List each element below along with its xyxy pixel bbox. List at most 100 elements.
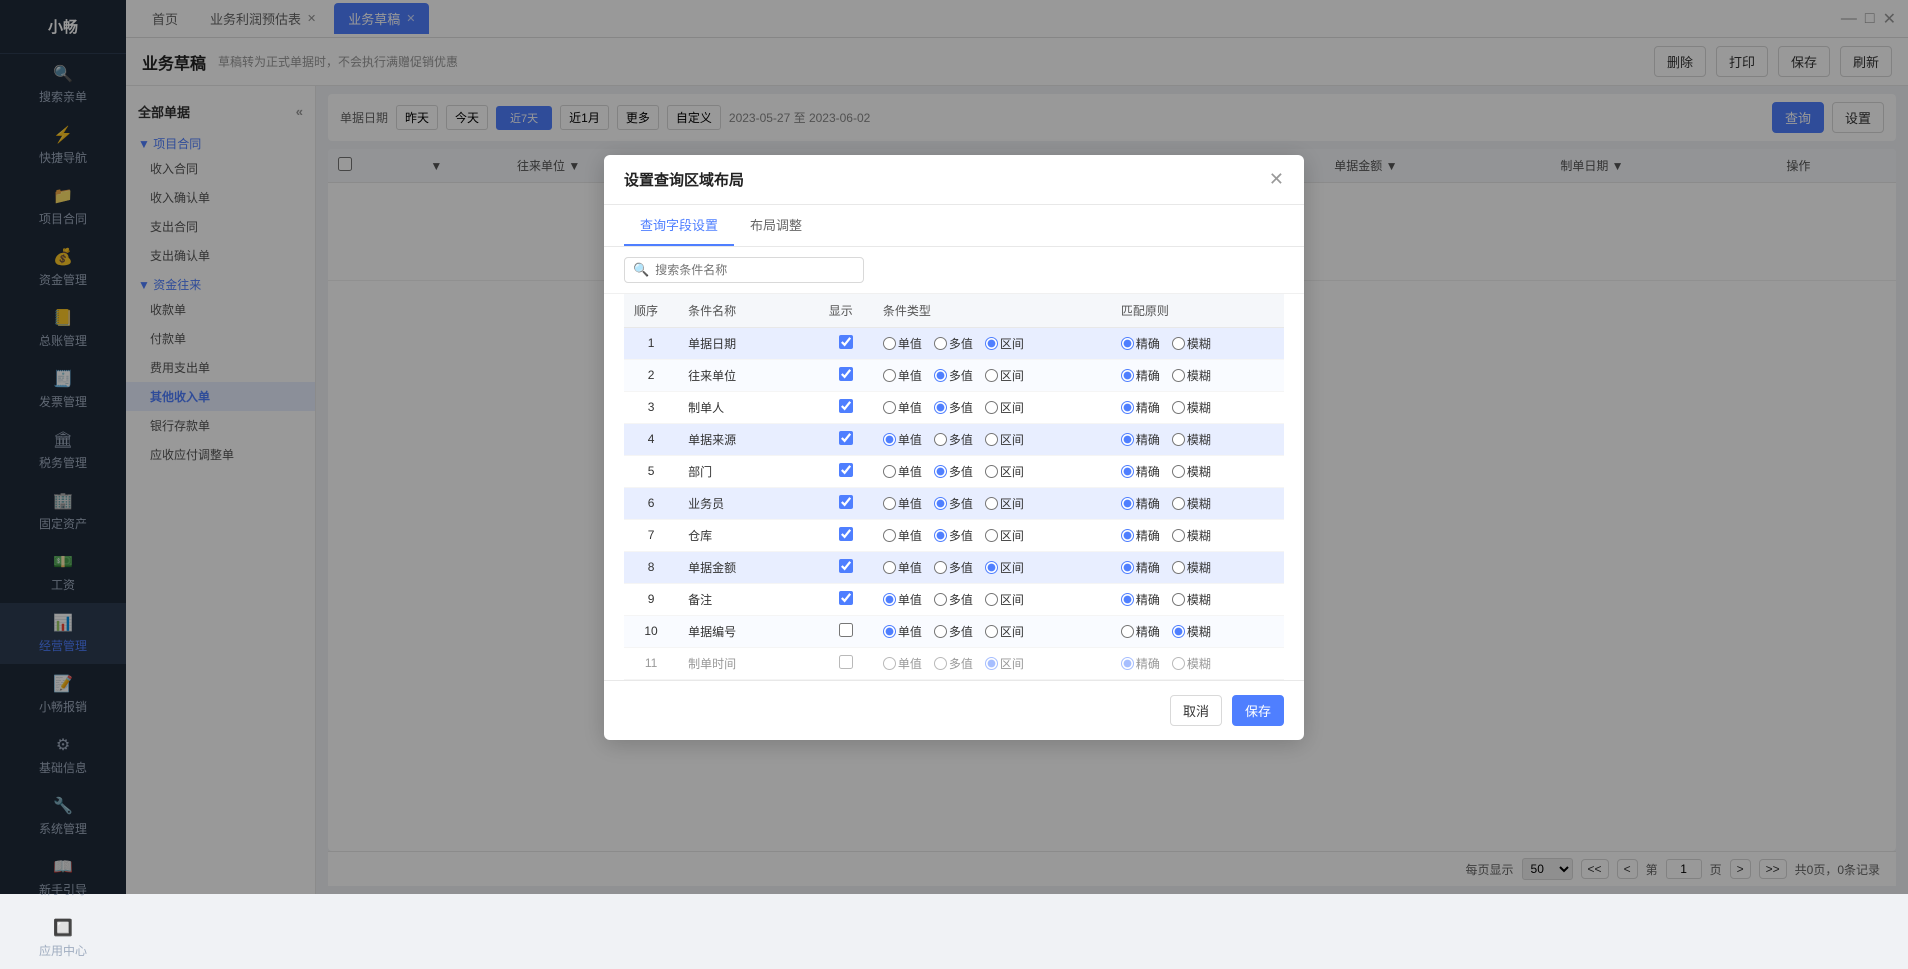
radio-multi-9[interactable]: 多值 [934,591,973,608]
radio-range-3[interactable]: 区间 [985,399,1024,416]
cell-type: 单值 多值 区间 [873,615,1111,647]
dialog-table-wrap: 顺序 条件名称 显示 条件类型 匹配原则 1 单据日期 [604,294,1304,680]
radio-range-6[interactable]: 区间 [985,495,1024,512]
cell-show [819,455,873,487]
radio-range-8[interactable]: 区间 [985,559,1024,576]
dialog-save-button[interactable]: 保存 [1232,695,1284,726]
radio-exact-5[interactable]: 精确 [1121,463,1160,480]
radio-exact-10[interactable]: 精确 [1121,623,1160,640]
radio-multi-5[interactable]: 多值 [934,463,973,480]
radio-multi-11[interactable]: 多值 [934,655,973,672]
radio-multi-4[interactable]: 多值 [934,431,973,448]
radio-exact-2[interactable]: 精确 [1121,367,1160,384]
radio-range-5[interactable]: 区间 [985,463,1024,480]
radio-exact-3[interactable]: 精确 [1121,399,1160,416]
cell-order: 1 [624,327,678,359]
dialog-footer: 取消 保存 [604,680,1304,740]
radio-multi-7[interactable]: 多值 [934,527,973,544]
radio-exact-4[interactable]: 精确 [1121,431,1160,448]
cell-name: 单据日期 [678,327,819,359]
radio-fuzzy-1[interactable]: 模糊 [1172,335,1211,352]
radio-exact-7[interactable]: 精确 [1121,527,1160,544]
cell-type: 单值 多值 区间 [873,327,1111,359]
show-checkbox-5[interactable] [839,463,853,477]
radio-single-1[interactable]: 单值 [883,335,922,352]
radio-multi-8[interactable]: 多值 [934,559,973,576]
cell-match: 精确 模糊 [1111,647,1284,679]
cell-match: 精确 模糊 [1111,519,1284,551]
dialog-conditions-table: 顺序 条件名称 显示 条件类型 匹配原则 1 单据日期 [624,294,1284,680]
radio-fuzzy-3[interactable]: 模糊 [1172,399,1211,416]
radio-fuzzy-7[interactable]: 模糊 [1172,527,1211,544]
cell-show [819,391,873,423]
cell-order: 9 [624,583,678,615]
radio-fuzzy-11[interactable]: 模糊 [1172,655,1211,672]
show-checkbox-11[interactable] [839,655,853,669]
dialog-cancel-button[interactable]: 取消 [1170,695,1222,726]
cell-type: 单值 多值 区间 [873,487,1111,519]
radio-range-9[interactable]: 区间 [985,591,1024,608]
radio-range-10[interactable]: 区间 [985,623,1024,640]
radio-multi-6[interactable]: 多值 [934,495,973,512]
radio-fuzzy-8[interactable]: 模糊 [1172,559,1211,576]
radio-range-2[interactable]: 区间 [985,367,1024,384]
cell-name: 仓库 [678,519,819,551]
cell-order: 5 [624,455,678,487]
radio-single-5[interactable]: 单值 [883,463,922,480]
radio-multi-2[interactable]: 多值 [934,367,973,384]
radio-exact-8[interactable]: 精确 [1121,559,1160,576]
cell-show [819,487,873,519]
cell-order: 6 [624,487,678,519]
cell-name: 备注 [678,583,819,615]
show-checkbox-1[interactable] [839,335,853,349]
sidebar-item-appstore[interactable]: 🔲 应用中心 [0,908,126,969]
radio-exact-6[interactable]: 精确 [1121,495,1160,512]
show-checkbox-10[interactable] [839,623,853,637]
radio-single-4[interactable]: 单值 [883,431,922,448]
radio-fuzzy-6[interactable]: 模糊 [1172,495,1211,512]
col-show: 显示 [819,294,873,328]
condition-search-input[interactable] [655,263,835,277]
cell-order: 10 [624,615,678,647]
radio-multi-10[interactable]: 多值 [934,623,973,640]
radio-single-3[interactable]: 单值 [883,399,922,416]
cell-type: 单值 多值 区间 [873,583,1111,615]
dialog-tab-layout[interactable]: 布局调整 [734,205,818,246]
radio-exact-1[interactable]: 精确 [1121,335,1160,352]
radio-multi-1[interactable]: 多值 [934,335,973,352]
radio-exact-9[interactable]: 精确 [1121,591,1160,608]
dialog-header: 设置查询区域布局 ✕ [604,155,1304,205]
show-checkbox-8[interactable] [839,559,853,573]
show-checkbox-4[interactable] [839,431,853,445]
radio-single-8[interactable]: 单值 [883,559,922,576]
radio-range-7[interactable]: 区间 [985,527,1024,544]
radio-fuzzy-5[interactable]: 模糊 [1172,463,1211,480]
radio-range-1[interactable]: 区间 [985,335,1024,352]
dialog-close-icon[interactable]: ✕ [1269,169,1284,190]
dialog-tab-field-settings[interactable]: 查询字段设置 [624,205,734,246]
cell-show [819,647,873,679]
radio-exact-11[interactable]: 精确 [1121,655,1160,672]
cell-show [819,423,873,455]
radio-fuzzy-2[interactable]: 模糊 [1172,367,1211,384]
show-checkbox-3[interactable] [839,399,853,413]
radio-fuzzy-9[interactable]: 模糊 [1172,591,1211,608]
radio-single-7[interactable]: 单值 [883,527,922,544]
radio-range-4[interactable]: 区间 [985,431,1024,448]
search-wrap: 🔍 [624,257,864,283]
radio-single-2[interactable]: 单值 [883,367,922,384]
dialog-overlay: 设置查询区域布局 ✕ 查询字段设置 布局调整 🔍 [0,0,1908,894]
show-checkbox-9[interactable] [839,591,853,605]
radio-single-11[interactable]: 单值 [883,655,922,672]
radio-single-6[interactable]: 单值 [883,495,922,512]
radio-multi-3[interactable]: 多值 [934,399,973,416]
radio-fuzzy-4[interactable]: 模糊 [1172,431,1211,448]
radio-fuzzy-10[interactable]: 模糊 [1172,623,1211,640]
show-checkbox-2[interactable] [839,367,853,381]
cell-order: 8 [624,551,678,583]
radio-range-11[interactable]: 区间 [985,655,1024,672]
show-checkbox-6[interactable] [839,495,853,509]
radio-single-10[interactable]: 单值 [883,623,922,640]
show-checkbox-7[interactable] [839,527,853,541]
radio-single-9[interactable]: 单值 [883,591,922,608]
